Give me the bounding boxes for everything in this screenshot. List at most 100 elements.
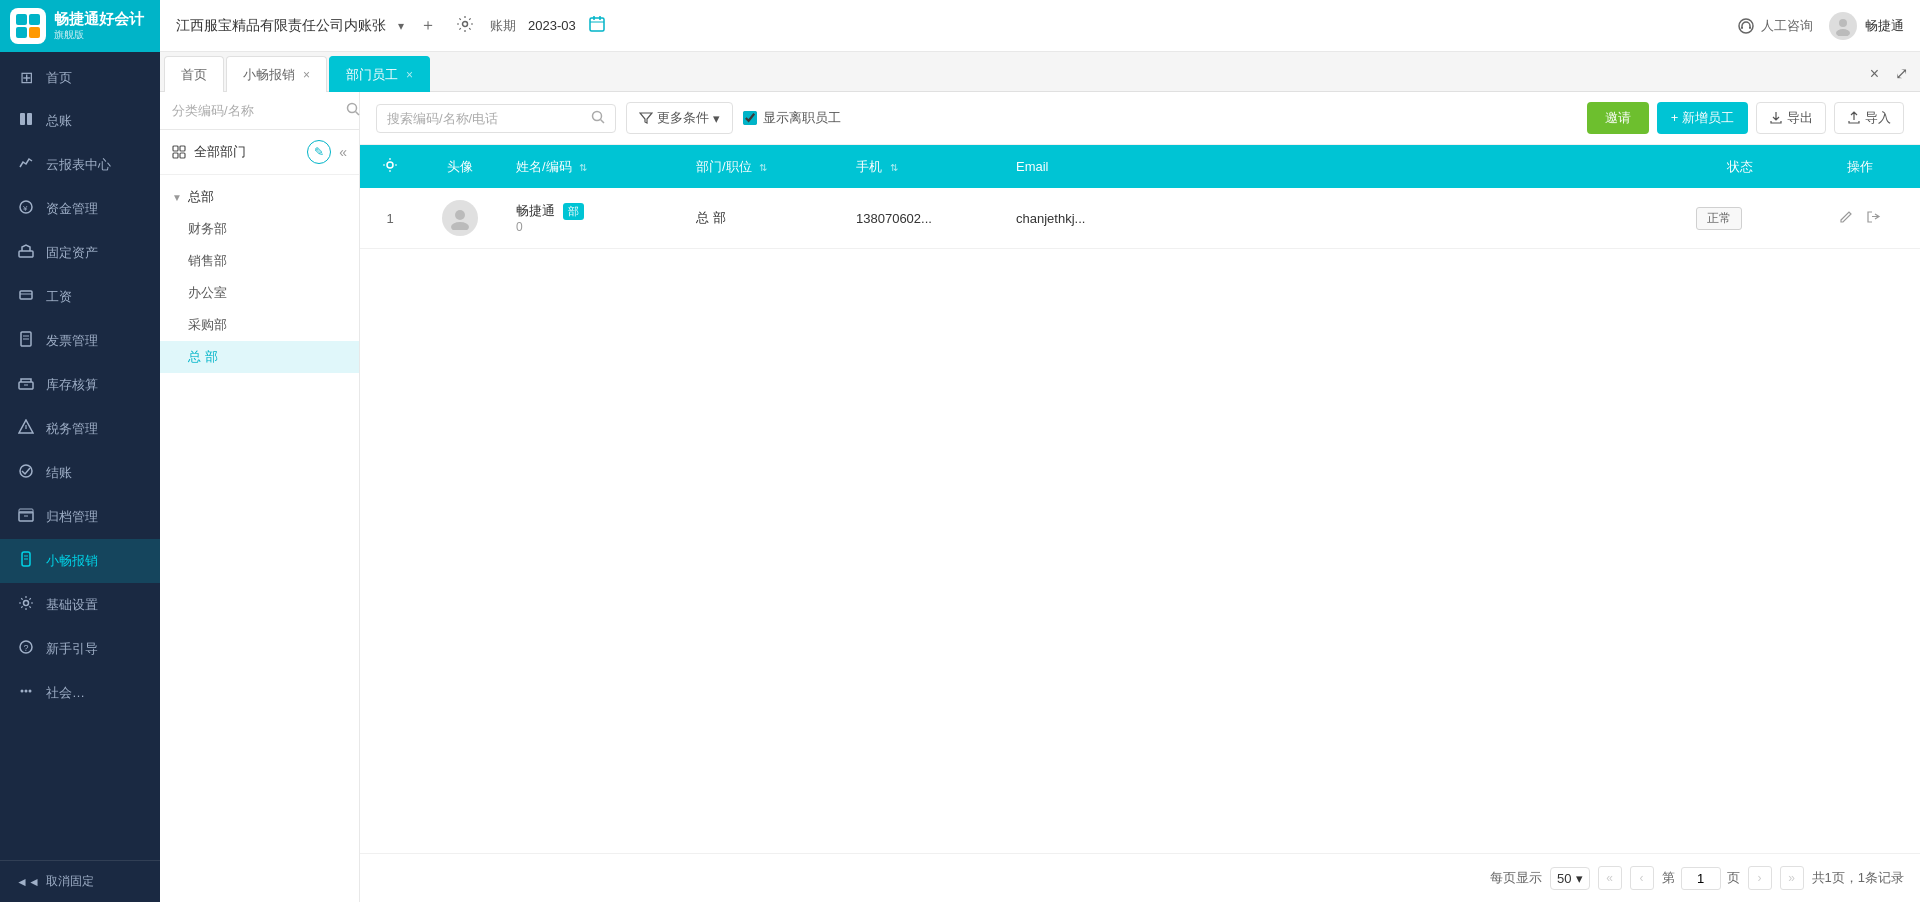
sidebar-item-invoice[interactable]: 发票管理 <box>0 319 160 363</box>
page-input[interactable] <box>1681 867 1721 890</box>
dept-item-general-parent[interactable]: ▼ 总部 <box>160 181 359 213</box>
user-info[interactable]: 畅捷通 <box>1829 12 1904 40</box>
sort-phone-icon: ⇅ <box>890 162 898 173</box>
sidebar-item-settle[interactable]: 结账 <box>0 451 160 495</box>
tab-xiaochang[interactable]: 小畅报销 × <box>226 56 327 92</box>
sidebar-item-salary[interactable]: 工资 <box>0 275 160 319</box>
emp-name: 畅捷通 <box>516 202 555 220</box>
company-dropdown-btn[interactable]: ▾ <box>398 19 404 33</box>
tab-dept-emp[interactable]: 部门员工 × <box>329 56 430 92</box>
sidebar-item-basic[interactable]: 基础设置 <box>0 583 160 627</box>
tab-dept-emp-close[interactable]: × <box>406 68 413 82</box>
dept-edit-btn[interactable]: ✎ <box>307 140 331 164</box>
period-value[interactable]: 2023-03 <box>528 18 576 33</box>
svg-point-51 <box>451 222 469 230</box>
filter-btn[interactable]: 更多条件 ▾ <box>626 102 733 134</box>
export-icon <box>1769 111 1783 125</box>
sidebar-item-label-home: 首页 <box>46 69 72 87</box>
capital-icon: ¥ <box>16 199 36 219</box>
salary-icon <box>16 287 36 307</box>
reports-icon <box>16 155 36 175</box>
sidebar-item-tax[interactable]: 税务管理 <box>0 407 160 451</box>
all-depts-label: 全部部门 <box>194 143 299 161</box>
col-header-action: 操作 <box>1800 145 1920 188</box>
svg-rect-0 <box>16 14 27 25</box>
add-emp-btn[interactable]: + 新增员工 <box>1657 102 1748 134</box>
dept-item-procurement[interactable]: 采购部 <box>160 309 359 341</box>
dept-item-finance[interactable]: 财务部 <box>160 213 359 245</box>
export-btn[interactable]: 导出 <box>1756 102 1826 134</box>
company-name: 江西服宝精品有限责任公司内账张 <box>176 17 386 35</box>
dept-search-icon[interactable] <box>346 102 360 119</box>
emp-table: 头像 姓名/编码 ⇅ 部门/职位 ⇅ 手机 <box>360 145 1920 249</box>
dept-search-box <box>160 92 359 130</box>
show-resigned-label[interactable]: 显示离职员工 <box>743 109 841 127</box>
sidebar-item-guide[interactable]: ? 新手引导 <box>0 627 160 671</box>
col-header-name[interactable]: 姓名/编码 ⇅ <box>500 145 680 188</box>
page-input-area: 第 页 <box>1662 867 1740 890</box>
logout-emp-btn[interactable] <box>1866 209 1881 227</box>
page-prev-btn[interactable]: ‹ <box>1630 866 1654 890</box>
sidebar-item-label-more: 社会… <box>46 684 85 702</box>
dept-tree: ▼ 总部 财务部 销售部 办公室 采购部 总 部 <box>160 175 359 902</box>
tab-home[interactable]: 首页 <box>164 56 224 92</box>
page-next-btn[interactable]: › <box>1748 866 1772 890</box>
filter-icon <box>639 111 653 125</box>
sidebar-item-inventory[interactable]: 库存核算 <box>0 363 160 407</box>
app-name-block: 畅捷通好会计 旗舰版 <box>54 10 144 42</box>
sidebar-item-label-capital: 资金管理 <box>46 200 98 218</box>
table-row: 1 畅捷通 部 <box>360 188 1920 249</box>
page-last-btn[interactable]: » <box>1780 866 1804 890</box>
tab-expand-btn[interactable]: ⤢ <box>1891 60 1912 87</box>
svg-point-39 <box>1839 19 1847 27</box>
sidebar-item-label-archive: 归档管理 <box>46 508 98 526</box>
emp-avatar <box>442 200 478 236</box>
show-resigned-checkbox[interactable] <box>743 111 757 125</box>
settings-col-icon[interactable] <box>382 157 398 173</box>
invite-btn[interactable]: 邀请 <box>1587 102 1649 134</box>
emp-search-input[interactable] <box>387 111 585 126</box>
svg-text:?: ? <box>24 643 29 653</box>
sidebar-item-ledger[interactable]: 总账 <box>0 99 160 143</box>
page-first-btn[interactable]: « <box>1598 866 1622 890</box>
tab-xiaochang-close[interactable]: × <box>303 68 310 82</box>
per-page-value: 50 <box>1557 871 1571 886</box>
svg-rect-4 <box>20 113 25 125</box>
cancel-fixed-label: 取消固定 <box>46 873 94 890</box>
dept-item-sales[interactable]: 销售部 <box>160 245 359 277</box>
add-company-btn[interactable]: ＋ <box>416 11 440 40</box>
customer-service-label: 人工咨询 <box>1761 17 1813 35</box>
dept-search-input[interactable] <box>172 103 340 118</box>
col-header-phone[interactable]: 手机 ⇅ <box>840 145 1000 188</box>
dept-grid-icon <box>172 145 186 159</box>
sidebar-item-capital[interactable]: ¥ 资金管理 <box>0 187 160 231</box>
col-header-status: 状态 <box>1680 145 1800 188</box>
tab-close-all-btn[interactable]: × <box>1866 61 1883 87</box>
settings-btn[interactable] <box>452 11 478 41</box>
import-btn[interactable]: 导入 <box>1834 102 1904 134</box>
inventory-icon <box>16 375 36 395</box>
customer-service-btn[interactable]: 人工咨询 <box>1737 17 1813 35</box>
sidebar-item-more[interactable]: 社会… <box>0 671 160 715</box>
dept-item-label-general: 总部 <box>188 188 214 206</box>
sidebar-item-fixed-assets[interactable]: 固定资产 <box>0 231 160 275</box>
dept-item-general2[interactable]: 总 部 <box>160 341 359 373</box>
cancel-fixed-btn[interactable]: ◄◄ 取消固定 <box>16 873 144 890</box>
edit-emp-btn[interactable] <box>1839 209 1854 227</box>
sidebar-item-home[interactable]: ⊞ 首页 <box>0 56 160 99</box>
per-page-select[interactable]: 50 ▾ <box>1550 867 1589 890</box>
svg-point-25 <box>24 601 29 606</box>
dept-collapse-btn[interactable]: « <box>339 144 347 160</box>
sidebar-item-reports[interactable]: 云报表中心 <box>0 143 160 187</box>
emp-search-icon[interactable] <box>591 110 605 127</box>
svg-text:¥: ¥ <box>22 204 28 213</box>
svg-point-50 <box>455 210 465 220</box>
period-label: 账期 <box>490 17 516 35</box>
dept-item-label-general2: 总 部 <box>188 349 218 364</box>
sidebar-item-xiaochang[interactable]: 小畅报销 <box>0 539 160 583</box>
col-header-dept[interactable]: 部门/职位 ⇅ <box>680 145 840 188</box>
dept-item-office[interactable]: 办公室 <box>160 277 359 309</box>
emp-dept-badge: 部 <box>563 203 584 220</box>
sidebar-item-archive[interactable]: 归档管理 <box>0 495 160 539</box>
period-calendar-btn[interactable] <box>588 15 606 37</box>
